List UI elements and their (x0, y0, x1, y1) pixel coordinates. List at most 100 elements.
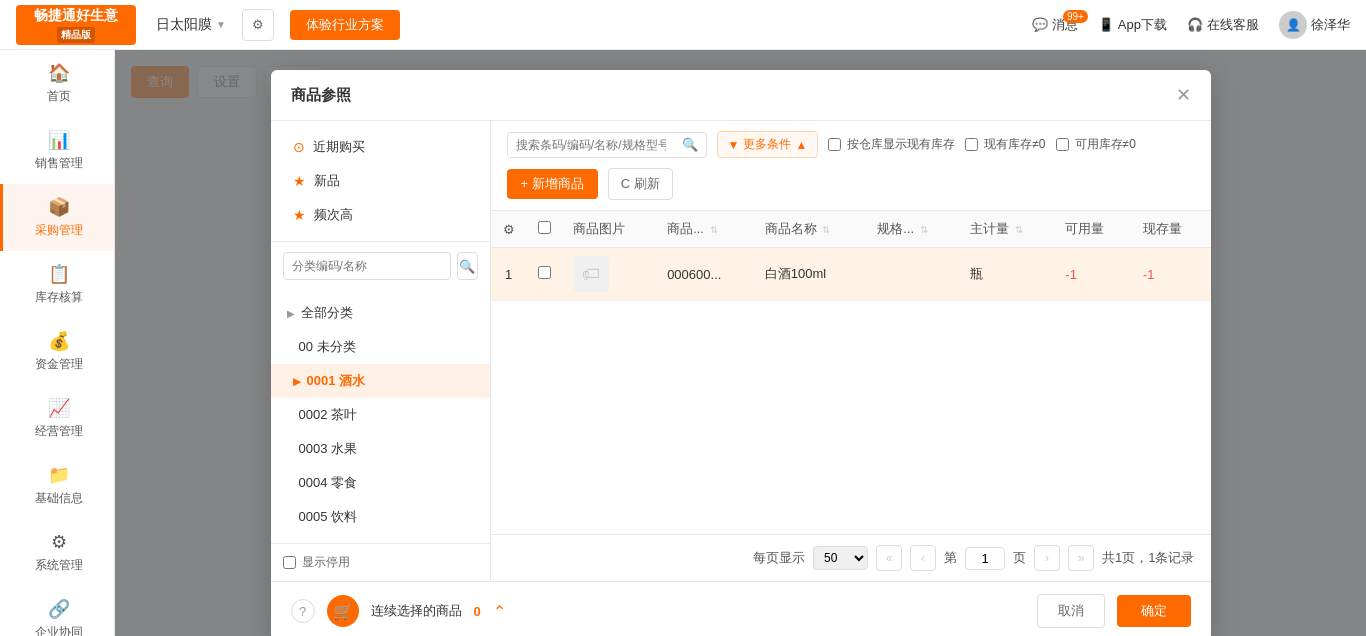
sidebar-item-home[interactable]: 🏠 首页 (0, 50, 114, 117)
sidebar-item-label: 采购管理 (35, 222, 83, 239)
frequency-icon: ★ (293, 207, 306, 223)
sidebar-item-sales[interactable]: 📊 销售管理 (0, 117, 114, 184)
inventory-icon: 📋 (48, 263, 70, 285)
category-liquor[interactable]: ▶ 0001 酒水 (271, 364, 490, 398)
cancel-button[interactable]: 取消 (1037, 594, 1105, 628)
row-checkbox[interactable] (538, 266, 551, 279)
sidebar-item-purchase[interactable]: 📦 采购管理 (0, 184, 114, 251)
sidebar-item-label: 首页 (47, 88, 71, 105)
th-product-code: 商品... ⇅ (657, 211, 755, 248)
warehouse-display-checkbox[interactable] (828, 138, 841, 151)
page-number-input[interactable] (965, 547, 1005, 570)
nav-recent-purchase[interactable]: ⊙ 近期购买 (283, 131, 478, 163)
main-layout: 🏠 首页 📊 销售管理 📦 采购管理 📋 库存核算 💰 资金管理 📈 经营管理 … (0, 50, 1366, 636)
usable-stock-checkbox[interactable] (1056, 138, 1069, 151)
sidebar-item-operations[interactable]: 📈 经营管理 (0, 385, 114, 452)
table-refresh-button[interactable]: C 刷新 (608, 168, 673, 200)
help-icon[interactable]: ? (291, 599, 315, 623)
add-product-button[interactable]: + 新增商品 (507, 169, 598, 199)
product-toolbar: 🔍 ▼ 更多条件 ▲ 按仓库显示现有库存 (491, 121, 1211, 211)
category-search: 🔍 (271, 242, 490, 290)
product-search-wrap: 🔍 (507, 132, 707, 158)
category-fruit[interactable]: 0003 水果 (271, 432, 490, 466)
basic-info-icon: 📁 (48, 464, 70, 486)
category-tea[interactable]: 0002 茶叶 (271, 398, 490, 432)
category-drinks[interactable]: 0005 饮料 (271, 500, 490, 534)
user-menu[interactable]: 👤 徐泽华 (1279, 11, 1350, 39)
show-disabled-checkbox[interactable] (283, 556, 296, 569)
last-page-button[interactable]: » (1068, 545, 1094, 571)
prev-page-button[interactable]: ‹ (910, 545, 936, 571)
td-img: 🏷 (563, 248, 658, 301)
sidebar-item-label: 资金管理 (35, 356, 83, 373)
per-page-select[interactable]: 50 10 20 100 (813, 546, 868, 570)
sidebar-item-system[interactable]: ⚙ 系统管理 (0, 519, 114, 586)
recent-icon: ⊙ (293, 139, 305, 155)
trial-button[interactable]: 体验行业方案 (290, 10, 400, 40)
td-stock: -1 (1133, 248, 1211, 301)
sidebar-item-label: 企业协同 (35, 624, 83, 636)
modal-close-button[interactable]: ✕ (1176, 84, 1191, 106)
product-table: ⚙ 商品图片 (491, 211, 1211, 301)
store-selector[interactable]: 日太阳膜 ▼ (156, 16, 226, 34)
modal-body: ⊙ 近期购买 ★ 新品 ★ 频次高 (271, 121, 1211, 581)
product-search-icon[interactable]: 🔍 (674, 137, 706, 152)
td-spec (867, 248, 960, 301)
th-spec: 规格... ⇅ (867, 211, 960, 248)
sidebar-item-enterprise[interactable]: 🔗 企业协同 (0, 586, 114, 636)
product-image: 🏷 (573, 256, 609, 292)
td-code: 000600... (657, 248, 755, 301)
app-download-button[interactable]: 📱 App下载 (1098, 16, 1167, 34)
message-button[interactable]: 💬 消息 99+ (1032, 16, 1078, 34)
modal-left-panel: ⊙ 近期购买 ★ 新品 ★ 频次高 (271, 121, 491, 581)
avatar: 👤 (1279, 11, 1307, 39)
enterprise-icon: 🔗 (48, 598, 70, 620)
sidebar-item-inventory[interactable]: 📋 库存核算 (0, 251, 114, 318)
modal-overlay: 商品参照 ✕ ⊙ 近期购买 ★ 新品 (115, 50, 1366, 636)
select-all-checkbox[interactable] (538, 221, 551, 234)
show-disabled-footer: 显示停用 (271, 543, 490, 581)
td-checkbox (527, 248, 563, 301)
category-snacks[interactable]: 0004 零食 (271, 466, 490, 500)
sidebar-item-finance[interactable]: 💰 资金管理 (0, 318, 114, 385)
table-row[interactable]: 1 🏷 000600... 白酒100ml (491, 248, 1211, 301)
more-filter-button[interactable]: ▼ 更多条件 ▲ (717, 131, 819, 158)
quick-nav: ⊙ 近期购买 ★ 新品 ★ 频次高 (271, 121, 490, 242)
th-product-img: 商品图片 (563, 211, 658, 248)
first-page-button[interactable]: « (876, 545, 902, 571)
product-table-wrap: ⚙ 商品图片 (491, 211, 1211, 534)
category-unclassified[interactable]: 00 未分类 (271, 330, 490, 364)
next-page-button[interactable]: › (1034, 545, 1060, 571)
headset-icon: 🎧 (1187, 17, 1203, 32)
footer-collapse-button[interactable]: ⌃ (493, 602, 506, 621)
system-icon: ⚙ (51, 531, 67, 553)
column-settings-icon[interactable]: ⚙ (503, 222, 515, 237)
modal-right-panel: 🔍 ▼ 更多条件 ▲ 按仓库显示现有库存 (491, 121, 1211, 581)
product-search-input[interactable] (508, 133, 674, 157)
online-service-button[interactable]: 🎧 在线客服 (1187, 16, 1259, 34)
message-badge: 99+ (1063, 10, 1088, 23)
category-search-input[interactable] (283, 252, 451, 280)
phone-icon: 📱 (1098, 17, 1114, 32)
settings-icon[interactable]: ⚙ (242, 9, 274, 41)
sidebar-item-basic-info[interactable]: 📁 基础信息 (0, 452, 114, 519)
operations-icon: 📈 (48, 397, 70, 419)
confirm-button[interactable]: 确定 (1117, 595, 1191, 627)
category-all[interactable]: ▶ 全部分类 (271, 296, 490, 330)
category-search-button[interactable]: 🔍 (457, 252, 478, 280)
purchase-icon: 📦 (48, 196, 70, 218)
category-water[interactable]: 0008 水 (271, 534, 490, 543)
sales-icon: 📊 (48, 129, 70, 151)
nav-high-frequency[interactable]: ★ 频次高 (283, 199, 478, 231)
filter-arrow-icon: ▲ (795, 138, 807, 152)
arrow-all: ▶ (287, 308, 295, 319)
table-header-row: ⚙ 商品图片 (491, 211, 1211, 248)
th-available: 可用量 (1055, 211, 1133, 248)
store-dropdown-arrow: ▼ (216, 19, 226, 30)
th-settings: ⚙ (491, 211, 527, 248)
app-logo: 畅捷通好生意 精品版 (16, 5, 136, 45)
sort-icon-code: ⇅ (710, 224, 718, 235)
available-stock-checkbox[interactable] (965, 138, 978, 151)
cart-icon: 🛒 (327, 595, 359, 627)
nav-new-products[interactable]: ★ 新品 (283, 165, 478, 197)
